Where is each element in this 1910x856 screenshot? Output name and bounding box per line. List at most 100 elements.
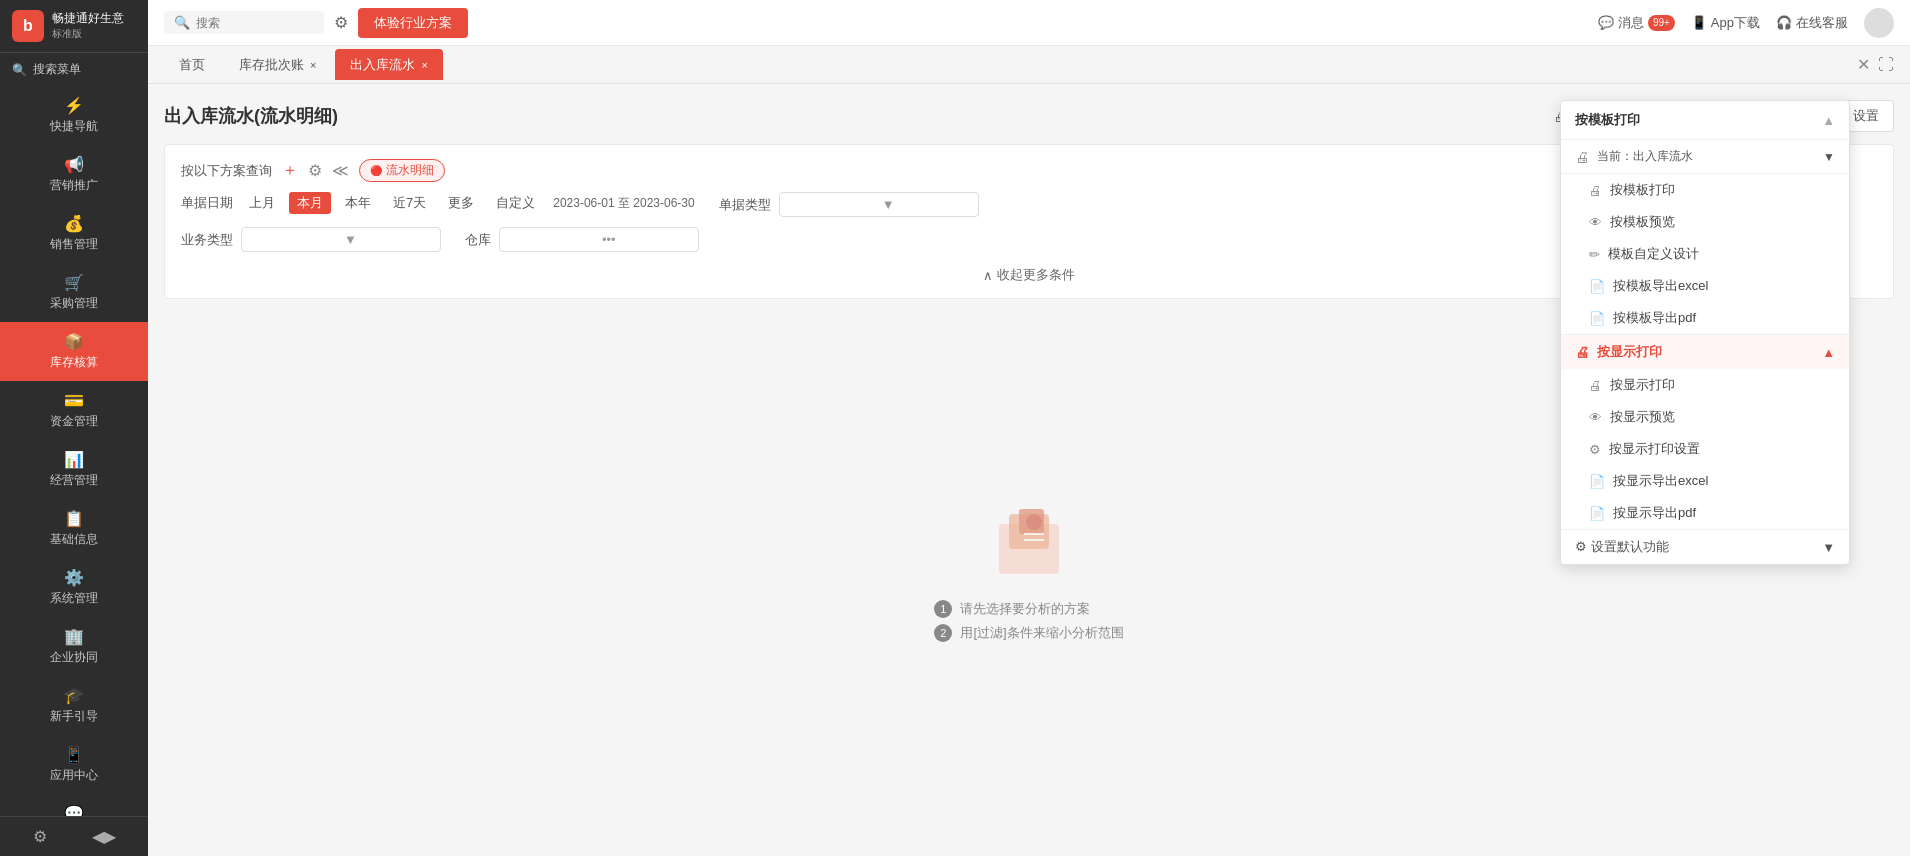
dropdown-item-display-pdf[interactable]: 📄 按显示导出pdf [1561, 497, 1849, 529]
dropdown-current-section: 🖨 当前：出入库流水 ▼ [1561, 140, 1849, 174]
sidebar-item-label: 基础信息 [50, 531, 98, 548]
date-opt-last-7-days[interactable]: 近7天 [385, 192, 434, 214]
warehouse-select[interactable]: ••• [499, 227, 699, 252]
dropdown-current-chevron: ▼ [1823, 150, 1835, 164]
dropdown-display-section: 🖨 按显示打印 ▲ 🖨 按显示打印 👁 按显示预览 ⚙ 按显示打印设置 📄 按显… [1561, 335, 1849, 530]
display-excel-label: 按显示导出excel [1613, 472, 1708, 490]
date-opt-custom[interactable]: 自定义 [488, 192, 543, 214]
sidebar-item-purchase[interactable]: 🛒 采购管理 [0, 263, 148, 322]
app-download-icon: 📱 [1691, 15, 1707, 30]
dropdown-item-display-excel[interactable]: 📄 按显示导出excel [1561, 465, 1849, 497]
sidebar-item-enterprise[interactable]: 🏢 企业协同 [0, 617, 148, 676]
tab-in-out-flow[interactable]: 出入库流水 × [335, 49, 442, 80]
type-filter-field: 单据类型 ▼ [719, 192, 979, 217]
topbar-search-box[interactable]: 🔍 [164, 11, 324, 34]
display-pdf-label: 按显示导出pdf [1613, 504, 1696, 522]
svg-point-3 [1026, 514, 1042, 530]
sidebar-item-wechat[interactable]: 💬 企业微信 [0, 794, 148, 816]
sidebar-item-label: 企业协同 [50, 649, 98, 666]
business-filter-field: 业务类型 ▼ [181, 227, 441, 252]
filter-add-btn[interactable]: ＋ [282, 160, 298, 181]
message-badge: 99+ [1648, 15, 1675, 31]
sidebar-item-app-center[interactable]: 📱 应用中心 [0, 735, 148, 794]
sidebar-item-label: 资金管理 [50, 413, 98, 430]
dropdown-item-template-print[interactable]: 🖨 按模板打印 [1561, 174, 1849, 206]
printer-icon: 🖨 [1575, 149, 1589, 165]
topbar-gear-icon[interactable]: ⚙ [334, 13, 348, 32]
dropdown-current-header[interactable]: 🖨 当前：出入库流水 ▼ [1561, 140, 1849, 173]
date-opt-last-month[interactable]: 上月 [241, 192, 283, 214]
sidebar-item-finance[interactable]: 💳 资金管理 [0, 381, 148, 440]
customer-service-action[interactable]: 🎧 在线客服 [1776, 14, 1848, 32]
sidebar-search[interactable]: 🔍 搜索菜单 [0, 53, 148, 86]
customer-service-icon: 🎧 [1776, 15, 1792, 30]
business-chevron-icon: ▼ [344, 232, 430, 247]
display-section-label: 按显示打印 [1597, 343, 1662, 361]
dropdown-title: 按模板打印 [1575, 111, 1640, 129]
template-preview-icon: 👁 [1589, 215, 1602, 230]
marketing-icon: 📢 [64, 155, 84, 174]
tab-batch-accounts-close[interactable]: × [310, 59, 316, 71]
customer-service-label: 在线客服 [1796, 14, 1848, 32]
sidebar-collapse-btn[interactable]: ◀▶ [92, 827, 116, 846]
display-print-section-label[interactable]: 🖨 按显示打印 ▲ [1561, 335, 1849, 369]
filter-expand-icon[interactable]: ≪ [332, 161, 349, 180]
dropdown-item-display-settings[interactable]: ⚙ 按显示打印设置 [1561, 433, 1849, 465]
app-logo-icon: b [12, 10, 44, 42]
template-excel-label: 按模板导出excel [1613, 277, 1708, 295]
sidebar: b 畅捷通好生意 标准版 🔍 搜索菜单 ⚡ 快捷导航 📢 营销推广 💰 销售管理… [0, 0, 148, 856]
filter-gear-icon[interactable]: ⚙ [308, 161, 322, 180]
display-section-icon: 🖨 [1575, 344, 1589, 360]
sidebar-item-operations[interactable]: 📊 经营管理 [0, 440, 148, 499]
dropdown-item-template-pdf[interactable]: 📄 按模板导出pdf [1561, 302, 1849, 334]
sidebar-settings-btn[interactable]: ⚙ [33, 827, 47, 846]
date-opt-current-year[interactable]: 本年 [337, 192, 379, 214]
filter-tag-icon: 🔴 [370, 165, 382, 176]
sidebar-item-marketing[interactable]: 📢 营销推广 [0, 145, 148, 204]
business-field-label: 业务类型 [181, 231, 233, 249]
business-select[interactable]: ▼ [241, 227, 441, 252]
template-custom-label: 模板自定义设计 [1608, 245, 1699, 263]
dropdown-item-display-print[interactable]: 🖨 按显示打印 [1561, 369, 1849, 401]
topbar: 🔍 ⚙ 体验行业方案 💬 消息 99+ 📱 App下载 🎧 在线客服 [148, 0, 1910, 46]
date-opt-current-month[interactable]: 本月 [289, 192, 331, 214]
dropdown-item-template-preview[interactable]: 👁 按模板预览 [1561, 206, 1849, 238]
sidebar-item-label: 库存核算 [50, 354, 98, 371]
type-select[interactable]: ▼ [779, 192, 979, 217]
sidebar-item-label: 销售管理 [50, 236, 98, 253]
sidebar-item-quick-nav[interactable]: ⚡ 快捷导航 [0, 86, 148, 145]
tab-in-out-flow-close[interactable]: × [421, 59, 427, 71]
dropdown-close-chevron[interactable]: ▲ [1822, 113, 1835, 128]
window-expand-btn[interactable]: ⛶ [1878, 56, 1894, 74]
user-avatar[interactable] [1864, 8, 1894, 38]
date-opt-more[interactable]: 更多 [440, 192, 482, 214]
dropdown-current-label: 当前：出入库流水 [1597, 148, 1693, 165]
message-action[interactable]: 💬 消息 99+ [1598, 14, 1675, 32]
dropdown-item-template-custom[interactable]: ✏ 模板自定义设计 [1561, 238, 1849, 270]
app-download-action[interactable]: 📱 App下载 [1691, 14, 1760, 32]
tab-batch-accounts[interactable]: 库存批次账 × [224, 49, 331, 80]
dropdown-footer[interactable]: ⚙ 设置默认功能 ▼ [1561, 530, 1849, 564]
sidebar-item-newbie[interactable]: 🎓 新手引导 [0, 676, 148, 735]
message-label: 消息 [1618, 14, 1644, 32]
app-name: 畅捷通好生意 [52, 11, 124, 27]
sidebar-item-system[interactable]: ⚙️ 系统管理 [0, 558, 148, 617]
empty-step-1-label: 请先选择要分析的方案 [960, 600, 1090, 618]
sidebar-item-sales[interactable]: 💰 销售管理 [0, 204, 148, 263]
dropdown-current-label-wrapper: 🖨 当前：出入库流水 [1575, 148, 1693, 165]
dropdown-item-template-excel[interactable]: 📄 按模板导出excel [1561, 270, 1849, 302]
warehouse-field-label: 仓库 [465, 231, 491, 249]
dropdown-item-display-preview[interactable]: 👁 按显示预览 [1561, 401, 1849, 433]
empty-step-1: 1 请先选择要分析的方案 [934, 600, 1123, 618]
sidebar-item-inventory[interactable]: 📦 库存核算 [0, 322, 148, 381]
window-close-btn[interactable]: ✕ [1857, 55, 1870, 74]
tab-home-label: 首页 [179, 56, 205, 74]
tab-home[interactable]: 首页 [164, 49, 220, 80]
dropdown-footer-settings-icon: ⚙ [1575, 539, 1587, 554]
search-input[interactable] [196, 16, 296, 30]
system-icon: ⚙️ [64, 568, 84, 587]
app-download-label: App下载 [1711, 14, 1760, 32]
trial-btn[interactable]: 体验行业方案 [358, 8, 468, 38]
dropdown-footer-label: 设置默认功能 [1591, 539, 1669, 554]
sidebar-item-basic-info[interactable]: 📋 基础信息 [0, 499, 148, 558]
